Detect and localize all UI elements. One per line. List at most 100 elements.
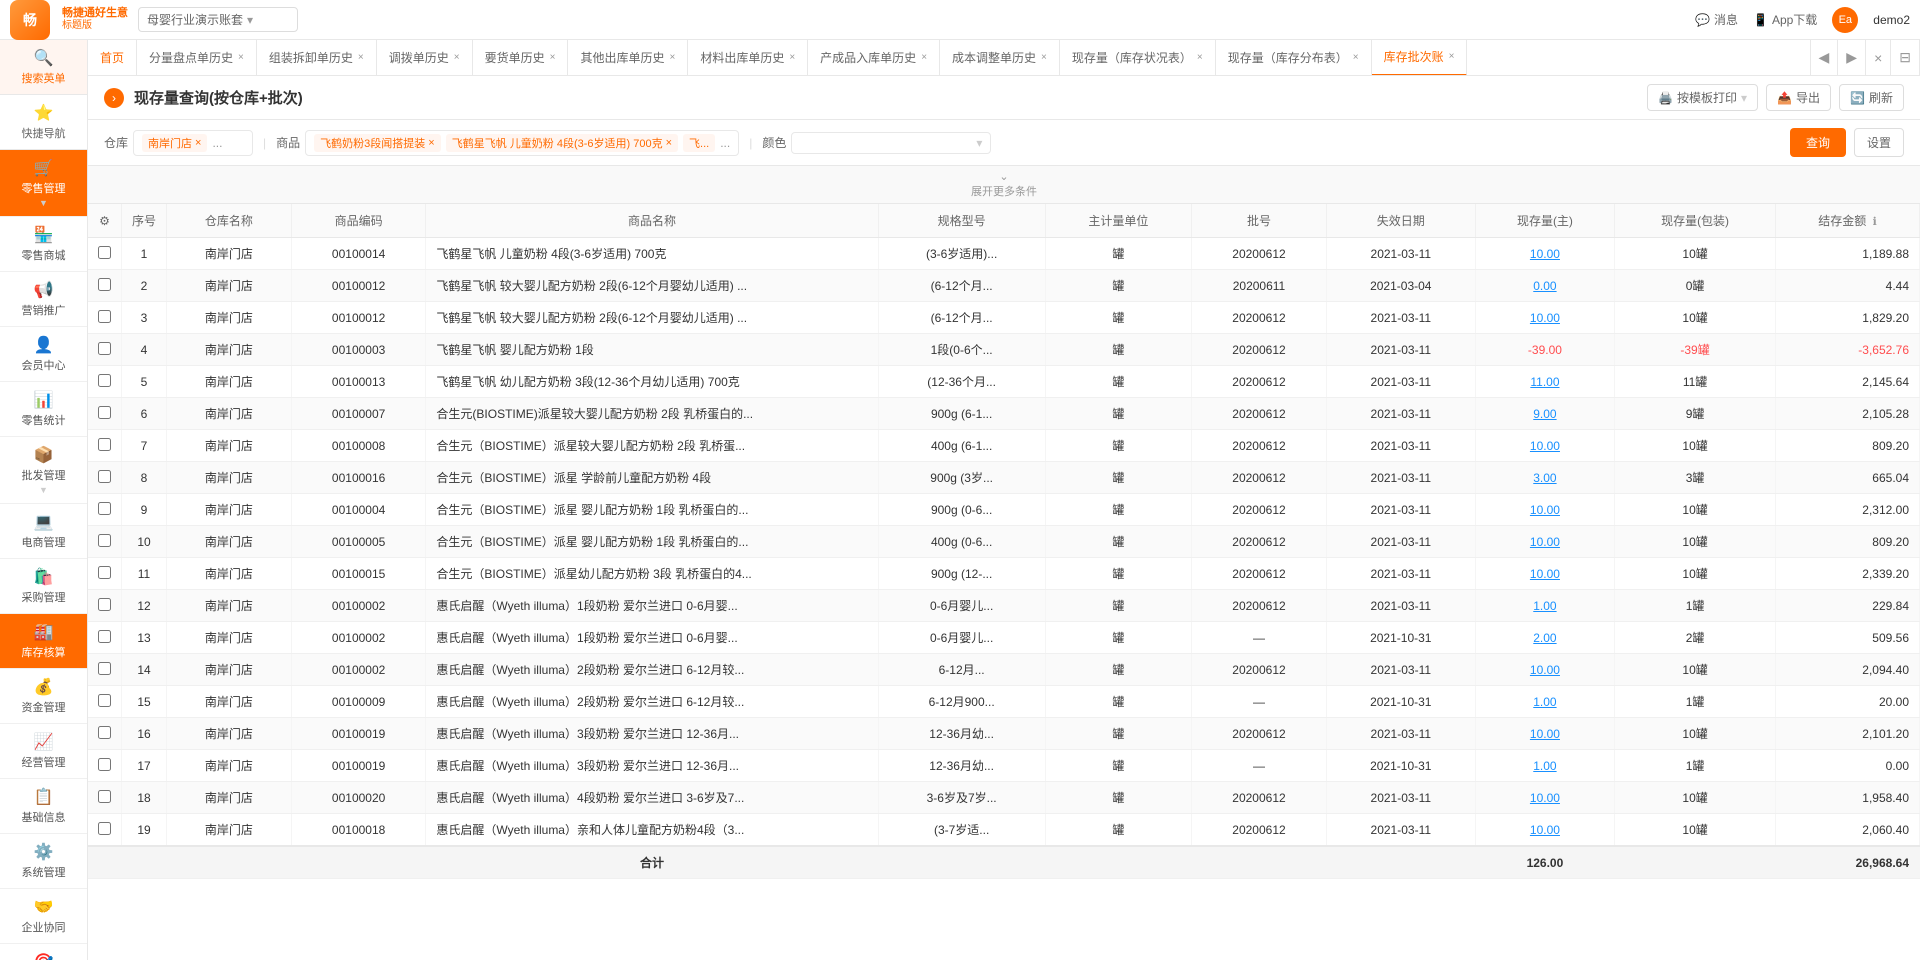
tab-yaohuo[interactable]: 要货单历史 × [473, 40, 569, 76]
row-checkbox[interactable] [88, 494, 122, 526]
print-btn[interactable]: 🖨️ 按模板打印 ▾ [1647, 84, 1758, 111]
sidebar-item-finance[interactable]: 💰 资金管理 [0, 669, 87, 724]
row-stock-main[interactable]: 10.00 [1475, 302, 1614, 334]
row-checkbox[interactable] [88, 654, 122, 686]
sidebar-item-wholesale[interactable]: 📦 批发管理 ▼ [0, 437, 87, 504]
row-checkbox[interactable] [88, 750, 122, 782]
row-stock-main[interactable]: 10.00 [1475, 238, 1614, 270]
sidebar-item-marketing[interactable]: 📢 营销推广 [0, 272, 87, 327]
row-stock-main[interactable]: 3.00 [1475, 462, 1614, 494]
warehouse-tag[interactable]: 南岸门店 × [142, 134, 207, 152]
avatar[interactable]: Ea [1832, 7, 1858, 33]
tab-scroll-left-btn[interactable]: ◀ [1811, 40, 1839, 76]
row-checkbox[interactable] [88, 238, 122, 270]
tab-scroll-right-btn[interactable]: ▶ [1838, 40, 1866, 76]
row-checkbox[interactable] [88, 718, 122, 750]
product-filter-more[interactable]: ... [720, 136, 730, 150]
tab-xiancunliang-kczkb[interactable]: 现存量（库存状况表） × [1060, 40, 1216, 76]
tab-diaobodanhis[interactable]: 调拨单历史 × [377, 40, 473, 76]
row-checkbox[interactable] [88, 270, 122, 302]
tab-chengbentiaozhenghis[interactable]: 成本调整单历史 × [940, 40, 1060, 76]
sidebar-item-shop[interactable]: 🏪 零售商城 [0, 217, 87, 272]
row-checkbox[interactable] [88, 366, 122, 398]
export-btn[interactable]: 📤 导出 [1766, 84, 1831, 111]
close-icon[interactable]: × [550, 52, 556, 63]
industry-selector[interactable]: 母婴行业演示账套 ▾ [138, 7, 298, 32]
close-icon[interactable]: × [454, 52, 460, 63]
row-checkbox[interactable] [88, 558, 122, 590]
sidebar-item-purchase[interactable]: 🛍️ 采购管理 [0, 559, 87, 614]
table-container[interactable]: ⚙ 序号 仓库名称 商品编码 商品名称 规格型号 主计量单位 批号 失效日期 现… [88, 204, 1920, 960]
row-stock-main[interactable]: 10.00 [1475, 430, 1614, 462]
row-checkbox[interactable] [88, 526, 122, 558]
color-dropdown[interactable]: ▾ [791, 132, 991, 154]
sidebar-item-retail[interactable]: 🛒 零售管理 ▼ [0, 150, 87, 217]
row-stock-main[interactable]: 10.00 [1475, 526, 1614, 558]
sidebar-item-search[interactable]: 🔍 搜索英单 [0, 40, 87, 95]
sidebar-item-enterprise[interactable]: 🤝 企业协同 [0, 889, 87, 944]
row-stock-main[interactable]: 10.00 [1475, 654, 1614, 686]
settings-button[interactable]: 设置 [1854, 128, 1904, 157]
product-tag-2-remove-icon[interactable]: × [666, 137, 672, 149]
close-icon[interactable]: × [1197, 52, 1203, 63]
expand-more-conditions[interactable]: ⌄ 展开更多条件 [88, 166, 1920, 204]
row-checkbox[interactable] [88, 398, 122, 430]
product-tag-3[interactable]: 飞... [683, 134, 715, 152]
app-download-btn[interactable]: 📱 App下载 [1753, 11, 1817, 28]
search-button[interactable]: 查询 [1790, 128, 1846, 157]
row-checkbox[interactable] [88, 462, 122, 494]
row-stock-main[interactable]: 1.00 [1475, 590, 1614, 622]
tab-qitachukudanhis[interactable]: 其他出库单历史 × [568, 40, 688, 76]
app-logo[interactable]: 畅 [10, 0, 50, 40]
row-checkbox[interactable] [88, 334, 122, 366]
sidebar-item-guide[interactable]: 🎯 新手引导 [0, 944, 87, 960]
row-stock-main[interactable]: 10.00 [1475, 718, 1614, 750]
row-checkbox[interactable] [88, 782, 122, 814]
sidebar-item-quicknav[interactable]: ⭐ 快捷导航 [0, 95, 87, 150]
close-icon[interactable]: × [1041, 52, 1047, 63]
close-icon[interactable]: × [1353, 52, 1359, 63]
product-tag-2[interactable]: 飞鹤星飞帆 儿童奶粉 4段(3-6岁适用) 700克 × [446, 134, 678, 152]
tab-xiancunliang-kcfbb[interactable]: 现存量（库存分布表） × [1216, 40, 1372, 76]
sidebar-item-stats[interactable]: 📊 零售统计 [0, 382, 87, 437]
row-checkbox[interactable] [88, 622, 122, 654]
warehouse-tag-remove-icon[interactable]: × [195, 137, 201, 149]
tab-cailiaochuku[interactable]: 材料出库单历史 × [688, 40, 808, 76]
row-stock-main[interactable]: 9.00 [1475, 398, 1614, 430]
close-icon[interactable]: × [238, 52, 244, 63]
messages-btn[interactable]: 💬 消息 [1695, 11, 1738, 28]
row-stock-main[interactable]: 1.00 [1475, 686, 1614, 718]
sidebar-item-base[interactable]: 📋 基础信息 [0, 779, 87, 834]
sidebar-item-business[interactable]: 📈 经营管理 [0, 724, 87, 779]
tab-chanchengpinruku[interactable]: 产成品入库单历史 × [808, 40, 940, 76]
row-checkbox[interactable] [88, 590, 122, 622]
tab-kcpiciz[interactable]: 库存批次账 × [1372, 40, 1468, 76]
tab-zuzhuangchaijian[interactable]: 组装拆卸单历史 × [257, 40, 377, 76]
row-checkbox[interactable] [88, 814, 122, 847]
tab-home[interactable]: 首页 [88, 40, 137, 76]
close-icon[interactable]: × [358, 52, 364, 63]
tab-menu-btn[interactable]: ⊟ [1891, 40, 1920, 76]
user-name[interactable]: demo2 [1873, 13, 1910, 27]
sidebar-item-warehouse[interactable]: 🏭 库存核算 [0, 614, 87, 669]
row-stock-main[interactable]: 10.00 [1475, 814, 1614, 847]
row-checkbox[interactable] [88, 302, 122, 334]
row-checkbox[interactable] [88, 430, 122, 462]
row-stock-main[interactable]: 1.00 [1475, 750, 1614, 782]
th-settings[interactable]: ⚙ [88, 204, 122, 238]
warehouse-filter-input[interactable]: 南岸门店 × ... [133, 130, 253, 156]
refresh-btn[interactable]: 🔄 刷新 [1839, 84, 1904, 111]
row-checkbox[interactable] [88, 686, 122, 718]
sidebar-item-system[interactable]: ⚙️ 系统管理 [0, 834, 87, 889]
warehouse-filter-more[interactable]: ... [212, 136, 222, 150]
expand-sidebar-btn[interactable]: › [104, 88, 124, 108]
row-stock-main[interactable]: 11.00 [1475, 366, 1614, 398]
settings-icon[interactable]: ⚙ [99, 214, 110, 228]
product-tag-1[interactable]: 飞鹤奶粉3段闻搭提装 × [314, 134, 441, 152]
sidebar-item-ecommerce[interactable]: 💻 电商管理 [0, 504, 87, 559]
tab-fenliangpandian[interactable]: 分量盘点单历史 × [137, 40, 257, 76]
row-stock-main[interactable]: -39.00 [1475, 334, 1614, 366]
row-stock-main[interactable]: 2.00 [1475, 622, 1614, 654]
close-icon[interactable]: × [921, 52, 927, 63]
product-filter-input[interactable]: 飞鹤奶粉3段闻搭提装 × 飞鹤星飞帆 儿童奶粉 4段(3-6岁适用) 700克 … [305, 130, 739, 156]
